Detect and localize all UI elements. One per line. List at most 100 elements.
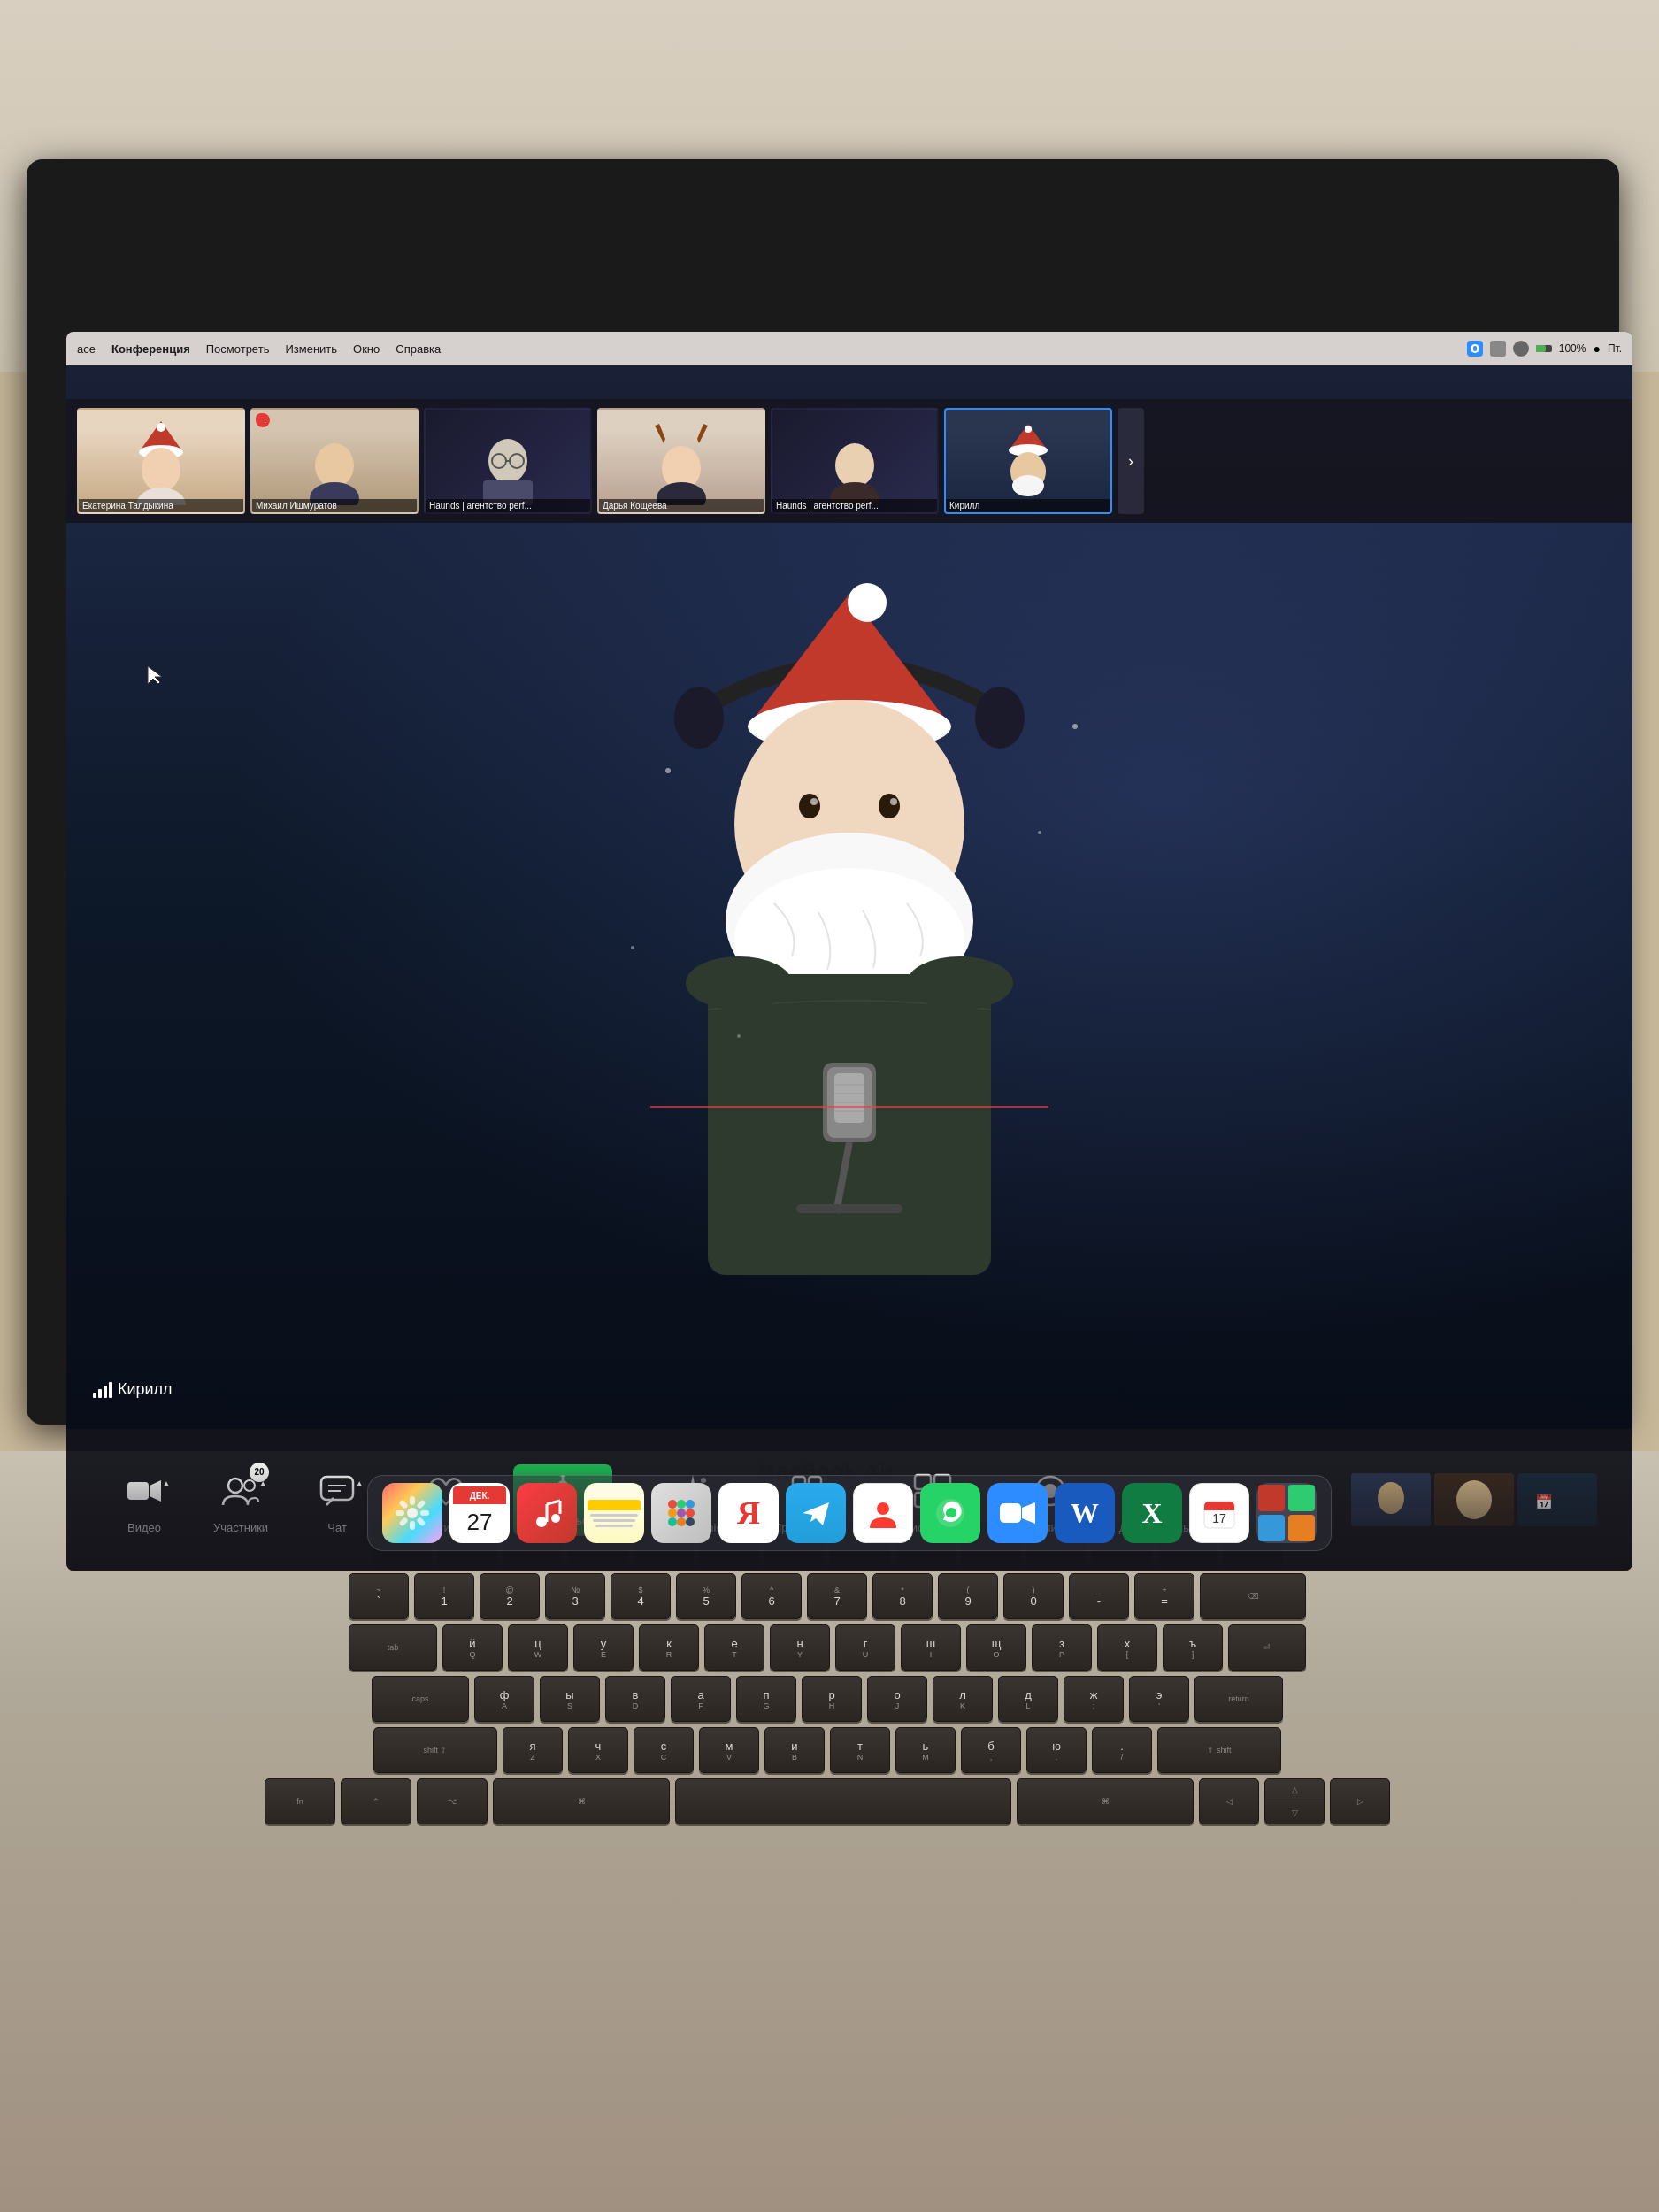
key-minus[interactable]: _- bbox=[1069, 1573, 1129, 1619]
key-t[interactable]: еT bbox=[704, 1624, 764, 1671]
key-rbrace[interactable]: ъ] bbox=[1163, 1624, 1223, 1671]
dock-more[interactable] bbox=[1256, 1483, 1317, 1543]
key-4[interactable]: $4 bbox=[611, 1573, 671, 1619]
thumbnail-ekaterina[interactable]: Екатерина Талдыкина bbox=[77, 408, 245, 514]
key-h[interactable]: рH bbox=[802, 1676, 862, 1722]
thumbnail-darya[interactable]: Дарья Кощеева bbox=[597, 408, 765, 514]
svg-point-4 bbox=[157, 423, 165, 432]
key-k[interactable]: лK bbox=[933, 1676, 993, 1722]
dock-contacts[interactable] bbox=[853, 1483, 913, 1543]
key-l[interactable]: дL bbox=[998, 1676, 1058, 1722]
menubar-item-window[interactable]: Окно bbox=[353, 342, 380, 356]
svg-point-34 bbox=[890, 798, 897, 805]
key-b[interactable]: иB bbox=[764, 1727, 825, 1773]
key-cmd-right[interactable]: ⌘ bbox=[1017, 1778, 1194, 1824]
mac-dock: ДЕК. 27 bbox=[367, 1475, 1332, 1551]
key-caps[interactable]: caps bbox=[372, 1676, 469, 1722]
dock-notes[interactable] bbox=[584, 1483, 644, 1543]
key-d[interactable]: вD bbox=[605, 1676, 665, 1722]
key-o[interactable]: щO bbox=[966, 1624, 1026, 1671]
key-cmd-left[interactable]: ⌘ bbox=[493, 1778, 670, 1824]
key-7[interactable]: &7 bbox=[807, 1573, 867, 1619]
key-6[interactable]: ^6 bbox=[741, 1573, 802, 1619]
key-arrow-right[interactable]: ▷ bbox=[1330, 1778, 1390, 1824]
key-slash[interactable]: ./ bbox=[1092, 1727, 1152, 1773]
key-9[interactable]: (9 bbox=[938, 1573, 998, 1619]
key-backspace[interactable]: ⌫ bbox=[1200, 1573, 1306, 1619]
thumbnail-haunds1[interactable]: Haunds | агентство perf... bbox=[424, 408, 592, 514]
key-arrow-left[interactable]: ◁ bbox=[1199, 1778, 1259, 1824]
key-z[interactable]: яZ bbox=[503, 1727, 563, 1773]
key-8[interactable]: *8 bbox=[872, 1573, 933, 1619]
menubar-item-conference[interactable]: Конференция bbox=[111, 342, 190, 356]
key-1[interactable]: !1 bbox=[414, 1573, 474, 1619]
key-shift-left[interactable]: shift ⇧ bbox=[373, 1727, 497, 1773]
key-u[interactable]: гU bbox=[835, 1624, 895, 1671]
dock-word[interactable]: W bbox=[1055, 1483, 1115, 1543]
key-2[interactable]: @2 bbox=[480, 1573, 540, 1619]
key-comma[interactable]: б, bbox=[961, 1727, 1021, 1773]
person-svg-5 bbox=[819, 417, 890, 505]
key-space[interactable] bbox=[675, 1778, 1011, 1824]
thumbnail-nav-next[interactable]: › bbox=[1118, 408, 1144, 514]
key-period[interactable]: ю. bbox=[1026, 1727, 1087, 1773]
key-p[interactable]: зP bbox=[1032, 1624, 1092, 1671]
key-i[interactable]: шI bbox=[901, 1624, 961, 1671]
key-r[interactable]: кR bbox=[639, 1624, 699, 1671]
key-3[interactable]: №3 bbox=[545, 1573, 605, 1619]
key-return[interactable]: return bbox=[1194, 1676, 1283, 1722]
zoom-menu-icon bbox=[1467, 341, 1483, 357]
key-5[interactable]: %5 bbox=[676, 1573, 736, 1619]
key-0[interactable]: )0 bbox=[1003, 1573, 1064, 1619]
menubar: ace Конференция Посмотреть Изменить Окно… bbox=[66, 332, 1632, 365]
key-y[interactable]: нY bbox=[770, 1624, 830, 1671]
dock-calendar2[interactable]: 17 bbox=[1189, 1483, 1249, 1543]
key-j[interactable]: оJ bbox=[867, 1676, 927, 1722]
thumbnail-mikhail[interactable]: Михаил Ишмуратов bbox=[250, 408, 419, 514]
key-w[interactable]: цW bbox=[508, 1624, 568, 1671]
thumbnail-kirill[interactable]: Кирилл bbox=[944, 408, 1112, 514]
key-m[interactable]: ьM bbox=[895, 1727, 956, 1773]
key-v[interactable]: мV bbox=[699, 1727, 759, 1773]
key-lbrace[interactable]: х[ bbox=[1097, 1624, 1157, 1671]
key-arrows-up-down[interactable]: △ ▽ bbox=[1264, 1778, 1325, 1824]
key-quote[interactable]: э' bbox=[1129, 1676, 1189, 1722]
svg-point-29 bbox=[848, 583, 887, 622]
key-e[interactable]: уE bbox=[573, 1624, 634, 1671]
dock-whatsapp[interactable] bbox=[920, 1483, 980, 1543]
dock-launchpad[interactable] bbox=[651, 1483, 711, 1543]
dock-zoom[interactable] bbox=[987, 1483, 1048, 1543]
thumbnail-haunds2[interactable]: Haunds | агентство perf... bbox=[771, 408, 939, 514]
key-g[interactable]: пG bbox=[736, 1676, 796, 1722]
key-a[interactable]: фA bbox=[474, 1676, 534, 1722]
dock-music[interactable] bbox=[517, 1483, 577, 1543]
dock-yandex[interactable]: Я bbox=[718, 1483, 779, 1543]
key-tab[interactable]: tab bbox=[349, 1624, 437, 1671]
svg-point-39 bbox=[686, 956, 792, 1010]
menubar-item-help[interactable]: Справка bbox=[396, 342, 441, 356]
key-fn-bottom[interactable]: fn bbox=[265, 1778, 335, 1824]
key-c[interactable]: сC bbox=[634, 1727, 694, 1773]
key-shift-right[interactable]: ⇧ shift bbox=[1157, 1727, 1281, 1773]
svg-point-98 bbox=[536, 1517, 547, 1527]
key-s[interactable]: ыS bbox=[540, 1676, 600, 1722]
key-n[interactable]: тN bbox=[830, 1727, 890, 1773]
key-semicolon[interactable]: ж; bbox=[1064, 1676, 1124, 1722]
key-option[interactable]: ⌥ bbox=[417, 1778, 488, 1824]
key-plus[interactable]: += bbox=[1134, 1573, 1194, 1619]
dock-calendar[interactable]: ДЕК. 27 bbox=[449, 1483, 510, 1543]
key-control[interactable]: ⌃ bbox=[341, 1778, 411, 1824]
key-f[interactable]: аF bbox=[671, 1676, 731, 1722]
dock-photos[interactable] bbox=[382, 1483, 442, 1543]
menubar-item-ace[interactable]: ace bbox=[77, 342, 96, 356]
dock-excel[interactable]: X bbox=[1122, 1483, 1182, 1543]
key-return-top[interactable]: ⏎ bbox=[1228, 1624, 1306, 1671]
svg-point-111 bbox=[686, 1517, 695, 1526]
key-q[interactable]: йQ bbox=[442, 1624, 503, 1671]
dock-telegram[interactable] bbox=[786, 1483, 846, 1543]
key-tilde[interactable]: ~` bbox=[349, 1573, 409, 1619]
key-x[interactable]: чX bbox=[568, 1727, 628, 1773]
calendar-header: ДЕК. bbox=[453, 1486, 506, 1504]
menubar-item-edit[interactable]: Изменить bbox=[285, 342, 337, 356]
menubar-item-view[interactable]: Посмотреть bbox=[206, 342, 270, 356]
